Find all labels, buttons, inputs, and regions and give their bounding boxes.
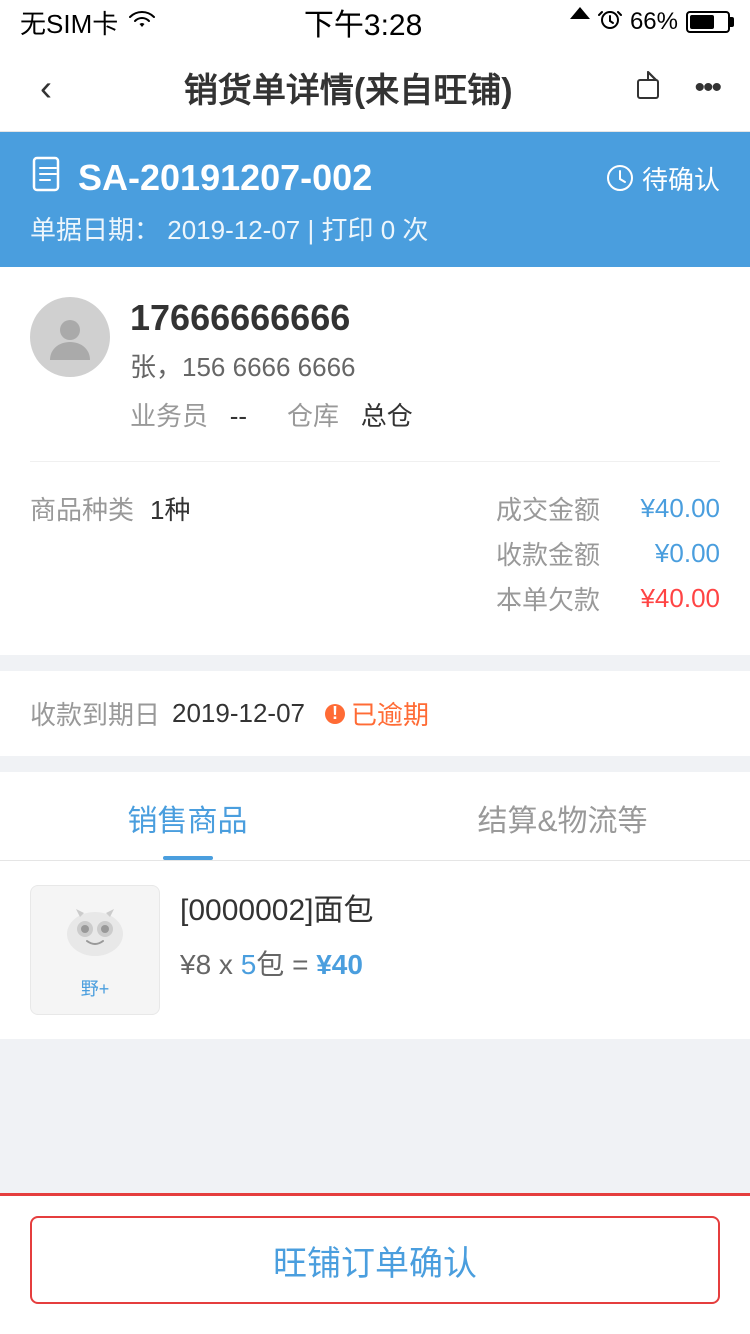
received-row: 收款金额 ¥0.00: [496, 535, 720, 572]
page-title: 销货单详情(来自旺铺): [184, 63, 513, 112]
avatar: [30, 297, 110, 377]
amount-label: 成交金额: [496, 490, 600, 527]
tabs-header: 销售商品 结算&物流等: [0, 772, 750, 861]
print-separator: | 打印: [307, 215, 373, 245]
balance-label: 本单欠款: [496, 580, 600, 617]
brand-text: 野+: [60, 975, 130, 1001]
product-thumb-owl: 野+: [60, 899, 130, 1001]
nav-actions: •••: [634, 66, 720, 110]
total: ¥40: [316, 949, 363, 980]
order-icon: [30, 156, 66, 200]
status-bar-right: 66%: [570, 7, 730, 38]
customer-section: 17666666666 张，156 6666 6666 业务员 -- 仓库 总仓: [30, 297, 720, 462]
product-section: 野+ [0000002]面包 ¥8 x 5包 = ¥40: [0, 861, 750, 1039]
balance-row: 本单欠款 ¥40.00: [496, 580, 720, 617]
status-bar-left: 无SIM卡: [20, 4, 156, 41]
sales-label: 业务员: [130, 401, 208, 431]
status-badge: 待确认: [606, 160, 720, 197]
customer-meta: 业务员 -- 仓库 总仓: [130, 396, 720, 433]
amount-row: 成交金额 ¥40.00: [496, 490, 720, 527]
date-label: 单据日期：: [30, 215, 160, 245]
tabs-section: 销售商品 结算&物流等 野+: [0, 772, 750, 1039]
nav-bar: ‹ 销货单详情(来自旺铺) •••: [0, 44, 750, 132]
customer-phone: 17666666666: [130, 297, 720, 339]
confirm-btn-container: 旺铺订单确认: [0, 1193, 750, 1334]
wifi-icon: [128, 7, 156, 38]
product-name: [0000002]面包: [180, 885, 720, 929]
received-value: ¥0.00: [620, 538, 720, 569]
product-code: [0000002]: [180, 894, 313, 927]
battery-icon: [686, 11, 730, 33]
type-label: 商品种类: [30, 490, 134, 527]
quantity: 5: [241, 949, 257, 980]
status-bar-time: 下午3:28: [304, 0, 422, 44]
overdue-dot: !: [325, 704, 345, 724]
carrier-text: 无SIM卡: [20, 4, 118, 41]
customer-name: 张，156 6666 6666: [130, 347, 720, 384]
status-bar: 无SIM卡 下午3:28 66%: [0, 0, 750, 44]
price-label: ¥8 x: [180, 949, 241, 980]
warehouse-info: 仓库 总仓: [287, 396, 413, 433]
summary-left: 商品种类 1种: [30, 490, 190, 527]
print-unit: 次: [402, 215, 428, 245]
due-section: 收款到期日 2019-12-07 ! 已逾期: [0, 671, 750, 756]
header-card: SA-20191207-002 待确认 单据日期： 2019-12-07 | 打…: [0, 132, 750, 267]
due-label: 收款到期日: [30, 695, 160, 732]
customer-summary-card: 17666666666 张，156 6666 6666 业务员 -- 仓库 总仓…: [0, 267, 750, 655]
order-date-line: 单据日期： 2019-12-07 | 打印 0 次: [30, 210, 720, 247]
overdue-badge: ! 已逾期: [325, 695, 429, 732]
customer-info: 17666666666 张，156 6666 6666 业务员 -- 仓库 总仓: [130, 297, 720, 433]
type-value: 1种: [150, 490, 190, 527]
back-button[interactable]: ‹: [30, 57, 62, 119]
product-name-text: 面包: [313, 894, 373, 927]
sales-value: --: [230, 401, 247, 431]
status-text: 待确认: [642, 160, 720, 197]
equals: =: [284, 949, 316, 980]
due-date: 2019-12-07: [172, 698, 305, 729]
battery-fill: [690, 15, 714, 29]
more-icon[interactable]: •••: [694, 71, 720, 105]
share-icon[interactable]: [634, 66, 670, 110]
print-count: 0: [381, 215, 395, 245]
tab-settlement[interactable]: 结算&物流等: [375, 772, 750, 860]
order-date: 2019-12-07: [167, 215, 300, 245]
unit: 包: [256, 949, 284, 980]
order-id-text: SA-20191207-002: [78, 157, 372, 199]
received-label: 收款金额: [496, 535, 600, 572]
summary-right: 成交金额 ¥40.00 收款金额 ¥0.00 本单欠款 ¥40.00: [496, 490, 720, 625]
balance-value: ¥40.00: [620, 583, 720, 614]
tab-sales[interactable]: 销售商品: [0, 772, 375, 860]
warehouse-value: 总仓: [361, 401, 413, 431]
overdue-text: 已逾期: [351, 695, 429, 732]
product-item: 野+ [0000002]面包 ¥8 x 5包 = ¥40: [30, 885, 720, 1015]
location-icon: [570, 7, 590, 38]
product-thumbnail: 野+: [30, 885, 160, 1015]
product-info: [0000002]面包 ¥8 x 5包 = ¥40: [180, 885, 720, 983]
order-id: SA-20191207-002: [30, 156, 372, 200]
summary-section: 商品种类 1种 成交金额 ¥40.00 收款金额 ¥0.00 本单欠款 ¥40.…: [30, 462, 720, 625]
product-price-line: ¥8 x 5包 = ¥40: [180, 943, 720, 983]
alarm-icon: [598, 7, 622, 38]
amount-value: ¥40.00: [620, 493, 720, 524]
warehouse-label: 仓库: [287, 401, 339, 431]
sales-info: 业务员 --: [130, 396, 247, 433]
confirm-button[interactable]: 旺铺订单确认: [30, 1216, 720, 1304]
battery-percent: 66%: [630, 8, 678, 36]
